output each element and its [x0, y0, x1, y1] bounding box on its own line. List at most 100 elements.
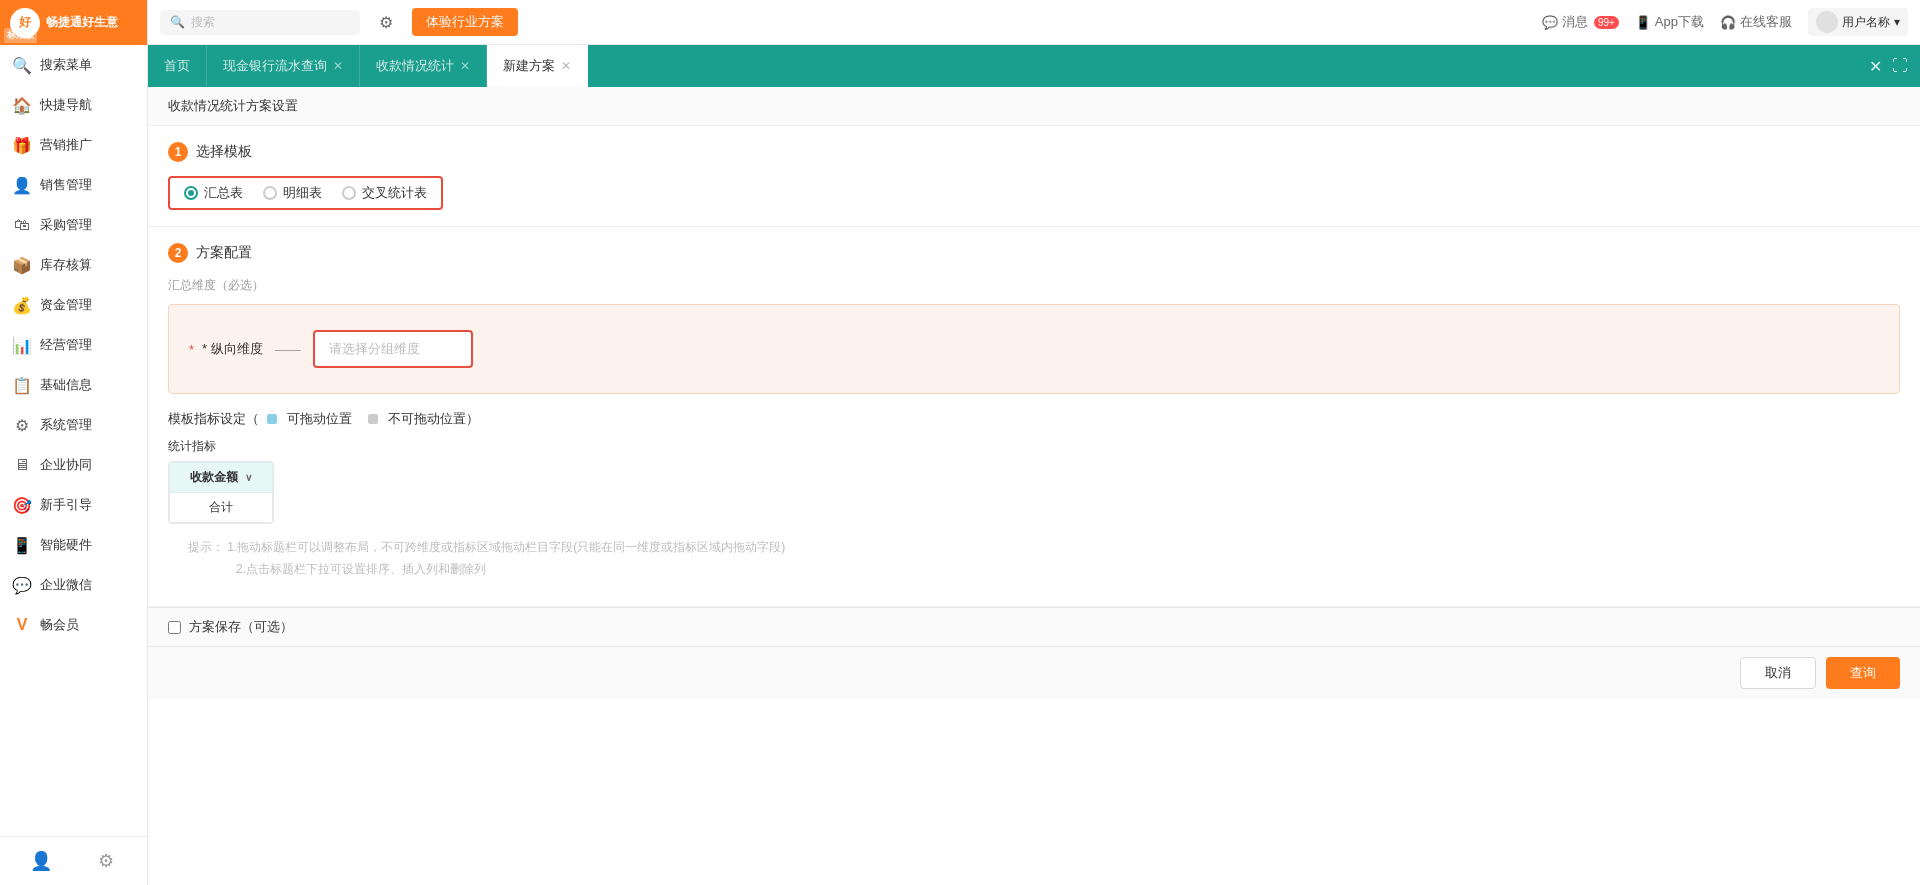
- dimension-arrow: ——: [275, 342, 301, 357]
- topbar-settings-icon[interactable]: ⚙: [372, 8, 400, 36]
- table-header-cell[interactable]: 收款金额 ∨: [170, 463, 273, 493]
- tab-bank-flow-close-icon[interactable]: ✕: [333, 59, 343, 73]
- user-icon: 👤: [12, 175, 32, 195]
- sidebar-item-search[interactable]: 🔍 搜索菜单: [0, 45, 147, 85]
- dimension-label-text: 汇总维度（必选）: [168, 278, 264, 292]
- chevron-down-icon: ▾: [1894, 15, 1900, 29]
- sidebar-item-member[interactable]: V 畅会员: [0, 605, 147, 645]
- sidebar-item-label: 系统管理: [40, 416, 92, 434]
- radio-cross[interactable]: 交叉统计表: [342, 184, 427, 202]
- indicator-settings-label-text: 模板指标设定（: [168, 410, 259, 428]
- sidebar-item-label: 资金管理: [40, 296, 92, 314]
- tab-home[interactable]: 首页: [148, 45, 207, 87]
- section-config: 2 方案配置 汇总维度（必选） * * 纵向维度 —— 请选择分组维度: [148, 227, 1920, 607]
- target-icon: 🎯: [12, 495, 32, 515]
- cancel-button[interactable]: 取消: [1740, 657, 1816, 689]
- main: 🔍 搜索 ⚙ 体验行业方案 💬 消息 99+ 📱 App下载 🎧 在线客服 用户…: [148, 0, 1920, 885]
- tabbar: 首页 现金银行流水查询 ✕ 收款情况统计 ✕ 新建方案 ✕ ✕ ⛶: [148, 45, 1920, 87]
- chat-icon: 💬: [12, 575, 32, 595]
- box-icon: 📦: [12, 255, 32, 275]
- query-button[interactable]: 查询: [1826, 657, 1900, 689]
- gear-icon: ⚙: [12, 415, 32, 435]
- section-2-label: 方案配置: [196, 244, 252, 262]
- footer: 方案保存（可选） 取消 查询: [148, 607, 1920, 699]
- app-download-item[interactable]: 📱 App下载: [1635, 13, 1704, 31]
- user-name: 用户名称: [1842, 14, 1890, 31]
- money-icon: 💰: [12, 295, 32, 315]
- radio-detail-circle: [263, 186, 277, 200]
- sidebar-item-system[interactable]: ⚙ 系统管理: [0, 405, 147, 445]
- tip-section: 提示： 1.拖动标题栏可以调整布局，不可跨维度或指标区域拖动栏目字段(只能在同一…: [168, 527, 1900, 590]
- sidebar-item-new-guide[interactable]: 🎯 新手引导: [0, 485, 147, 525]
- sidebar-item-label: 基础信息: [40, 376, 92, 394]
- sidebar-item-label: 快捷导航: [40, 96, 92, 114]
- dimension-sub-label: 汇总维度（必选）: [168, 277, 1900, 294]
- notification-icon: 💬: [1542, 15, 1558, 30]
- sidebar-bottom-icon-2[interactable]: ⚙: [90, 845, 122, 877]
- dimension-selector[interactable]: 请选择分组维度: [313, 330, 473, 368]
- sidebar-bottom-icon-1[interactable]: 👤: [25, 845, 57, 877]
- dimension-area: * * 纵向维度 —— 请选择分组维度: [168, 304, 1900, 394]
- section-template: 1 选择模板 汇总表 明细表: [148, 126, 1920, 227]
- sidebar-item-label: 新手引导: [40, 496, 92, 514]
- vertical-label: * 纵向维度: [202, 340, 263, 358]
- sidebar-item-label: 企业微信: [40, 576, 92, 594]
- footer-save-row: 方案保存（可选）: [148, 608, 1920, 647]
- service-icon: 🎧: [1720, 15, 1736, 30]
- radio-summary[interactable]: 汇总表: [184, 184, 243, 202]
- tab-new-plan[interactable]: 新建方案 ✕: [487, 45, 588, 87]
- dimension-placeholder: 请选择分组维度: [329, 341, 420, 356]
- tab-bank-flow[interactable]: 现金银行流水查询 ✕: [207, 45, 360, 87]
- tab-receipt-stats[interactable]: 收款情况统计 ✕: [360, 45, 487, 87]
- sidebar-item-label: 采购管理: [40, 216, 92, 234]
- sidebar-item-purchase[interactable]: 🛍 采购管理: [0, 205, 147, 245]
- industry-btn[interactable]: 体验行业方案: [412, 8, 518, 36]
- user-avatar-area[interactable]: 用户名称 ▾: [1808, 8, 1908, 36]
- search-placeholder-text: 搜索: [191, 14, 215, 31]
- stats-label: 统计指标: [168, 438, 274, 455]
- notification-item[interactable]: 💬 消息 99+: [1542, 13, 1619, 31]
- indicator-table-wrapper: 收款金额 ∨ 合计: [168, 461, 274, 524]
- template-select-wrapper: 汇总表 明细表 交叉统计表: [168, 176, 443, 210]
- sidebar-item-basic-info[interactable]: 📋 基础信息: [0, 365, 147, 405]
- radio-detail-label: 明细表: [283, 184, 322, 202]
- sidebar-item-inventory[interactable]: 📦 库存核算: [0, 245, 147, 285]
- home-icon: 🏠: [12, 95, 32, 115]
- indicator-settings: 模板指标设定（ 可拖动位置 不可拖动位置） 统计指标: [168, 410, 1900, 527]
- bag-icon: 🛍: [12, 215, 32, 235]
- sidebar-item-capital[interactable]: 💰 资金管理: [0, 285, 147, 325]
- expand-tab-icon[interactable]: ⛶: [1892, 57, 1908, 75]
- sidebar-item-label: 库存核算: [40, 256, 92, 274]
- sidebar-item-operations[interactable]: 📊 经营管理: [0, 325, 147, 365]
- tab-bank-flow-label: 现金银行流水查询: [223, 57, 327, 75]
- page-title: 收款情况统计方案设置: [168, 98, 298, 113]
- sidebar-item-label: 销售管理: [40, 176, 92, 194]
- dropdown-icon: ∨: [245, 472, 252, 483]
- tip-1: 提示： 1.拖动标题栏可以调整布局，不可跨维度或指标区域拖动栏目字段(只能在同一…: [188, 537, 1880, 559]
- save-checkbox-label[interactable]: 方案保存（可选）: [189, 618, 293, 636]
- tab-new-plan-close-icon[interactable]: ✕: [561, 59, 571, 73]
- save-checkbox[interactable]: [168, 621, 181, 634]
- sidebar-item-quick-nav[interactable]: 🏠 快捷导航: [0, 85, 147, 125]
- section-1-title: 1 选择模板: [168, 142, 1900, 162]
- radio-detail[interactable]: 明细表: [263, 184, 322, 202]
- tabbar-actions: ✕ ⛶: [1857, 45, 1920, 87]
- monitor-icon: 🖥: [12, 455, 32, 475]
- notification-badge: 99+: [1594, 16, 1619, 29]
- section-2-title: 2 方案配置: [168, 243, 1900, 263]
- topbar-search[interactable]: 🔍 搜索: [160, 10, 360, 35]
- tab-receipt-stats-close-icon[interactable]: ✕: [460, 59, 470, 73]
- sidebar-item-label: 企业协同: [40, 456, 92, 474]
- sidebar-item-sales[interactable]: 👤 销售管理: [0, 165, 147, 205]
- sidebar-item-enterprise-collab[interactable]: 🖥 企业协同: [0, 445, 147, 485]
- radio-cross-circle: [342, 186, 356, 200]
- indicator-table: 收款金额 ∨ 合计: [169, 462, 273, 523]
- notification-label: 消息: [1562, 13, 1588, 31]
- tab-receipt-stats-label: 收款情况统计: [376, 57, 454, 75]
- sidebar-item-marketing[interactable]: 🎁 营销推广: [0, 125, 147, 165]
- close-tab-icon[interactable]: ✕: [1869, 57, 1882, 76]
- draggable-label: 可拖动位置: [287, 410, 352, 428]
- sidebar-item-smart-hardware[interactable]: 📱 智能硬件: [0, 525, 147, 565]
- online-service-item[interactable]: 🎧 在线客服: [1720, 13, 1792, 31]
- sidebar-item-enterprise-wechat[interactable]: 💬 企业微信: [0, 565, 147, 605]
